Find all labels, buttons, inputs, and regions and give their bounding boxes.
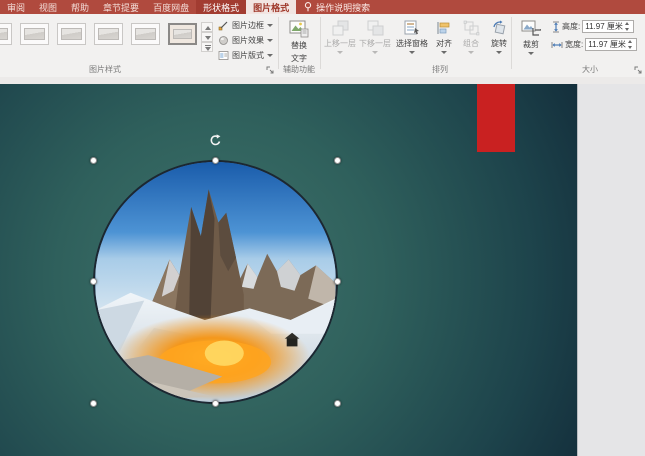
arrange-group-label: 排列	[432, 65, 448, 74]
tab-picture-format[interactable]: 图片格式	[246, 0, 297, 14]
gallery-more-button[interactable]	[201, 42, 213, 52]
tab-shape-format[interactable]: 形状格式	[196, 0, 247, 14]
ribbon: 图片边框 图片效果 图片版式 图片样式 替换 文字 辅助功能 上移一层 下移一层…	[0, 14, 645, 78]
tab-chapter-summary[interactable]: 章节提要	[96, 0, 146, 14]
width-label: 宽度:	[565, 40, 584, 49]
chevron-down-icon	[372, 51, 378, 54]
cropped-circle-picture[interactable]	[93, 160, 338, 404]
picture-effects-label: 图片效果	[232, 35, 264, 45]
gallery-scroll-up-button[interactable]	[201, 22, 213, 32]
gallery-scroll-down-button[interactable]	[201, 32, 213, 42]
picture-effects-button[interactable]: 图片效果	[218, 33, 276, 47]
picture-style-gallery	[0, 23, 197, 51]
bring-forward-button[interactable]: 上移一层	[323, 20, 357, 72]
group-separator	[320, 17, 321, 69]
picture-style-thumb-selected[interactable]	[168, 23, 197, 45]
tell-me-label: 操作说明搜索	[316, 2, 371, 13]
picture-styles-dialog-launcher[interactable]	[266, 66, 275, 75]
chevron-down-icon	[337, 51, 343, 54]
width-spinner[interactable]	[627, 39, 634, 50]
align-label: 对齐	[436, 39, 452, 48]
width-row: 宽度: 11.97 厘米	[551, 38, 638, 51]
layout-icon	[218, 50, 229, 60]
selection-handle-bottom-center[interactable]	[212, 400, 219, 407]
send-backward-label: 下移一层	[359, 39, 391, 48]
selection-handle-middle-right[interactable]	[334, 278, 341, 285]
send-backward-button[interactable]: 下移一层	[358, 20, 392, 72]
tab-review[interactable]: 审阅	[0, 0, 32, 14]
picture-border-button[interactable]: 图片边框	[218, 18, 276, 32]
selection-handle-bottom-left[interactable]	[90, 400, 97, 407]
tell-me-search[interactable]: 操作说明搜索	[296, 0, 378, 14]
width-value: 11.97 厘米	[588, 40, 626, 49]
tell-me-pin-icon	[304, 2, 312, 12]
align-icon	[436, 22, 449, 34]
powerpoint-window: 审阅 视图 帮助 章节提要 百度网盘 形状格式 图片格式 操作说明搜索 图片边框…	[0, 0, 645, 456]
tab-baidu-netdisk[interactable]: 百度网盘	[146, 0, 196, 14]
group-separator	[511, 17, 512, 69]
alt-text-picture-icon	[289, 20, 309, 38]
picture-layout-label: 图片版式	[232, 50, 264, 60]
send-backward-icon	[367, 20, 383, 36]
selection-handle-top-right[interactable]	[334, 157, 341, 164]
chevron-down-icon	[528, 52, 534, 55]
bring-forward-label: 上移一层	[324, 39, 356, 48]
picture-style-thumb[interactable]	[131, 23, 160, 45]
chevron-down-icon	[468, 51, 474, 54]
mountain-photo	[95, 162, 336, 402]
picture-style-thumb[interactable]	[94, 23, 123, 45]
selection-handle-middle-left[interactable]	[90, 278, 97, 285]
ribbon-tab-bar: 审阅 视图 帮助 章节提要 百度网盘 形状格式 图片格式 操作说明搜索	[0, 0, 645, 14]
crop-icon	[521, 20, 541, 36]
group-objects-icon	[463, 20, 479, 36]
chevron-down-icon	[409, 51, 415, 54]
slide-canvas[interactable]	[0, 84, 578, 456]
rotate-handle-icon[interactable]	[209, 134, 222, 147]
size-dialog-launcher[interactable]	[634, 66, 643, 75]
height-icon	[553, 21, 559, 32]
pen-border-icon	[218, 21, 228, 30]
group-label: 组合	[463, 39, 479, 48]
height-label: 高度:	[562, 22, 581, 31]
effects-sphere-icon	[219, 35, 228, 45]
rotate-objects-icon	[492, 20, 505, 35]
selection-pane-label: 选择窗格	[396, 39, 428, 48]
picture-style-thumb[interactable]	[57, 23, 86, 45]
width-input[interactable]: 11.97 厘米	[585, 38, 638, 51]
crop-label: 裁剪	[523, 40, 539, 49]
alt-text-label-line1: 替换	[291, 41, 307, 50]
canvas-background	[578, 84, 645, 456]
selection-handle-bottom-right[interactable]	[334, 400, 341, 407]
chevron-down-icon	[267, 23, 273, 27]
picture-style-thumb[interactable]	[20, 23, 49, 45]
chevron-down-icon	[441, 51, 447, 54]
bring-forward-icon	[332, 20, 348, 36]
tab-view[interactable]: 视图	[32, 0, 64, 14]
picture-layout-button[interactable]: 图片版式	[218, 48, 276, 62]
group-separator	[278, 17, 279, 69]
chevron-down-icon	[496, 51, 502, 54]
tab-help[interactable]: 帮助	[64, 0, 96, 14]
height-input[interactable]: 11.97 厘米	[582, 20, 635, 33]
alt-text-label-line2: 文字	[291, 54, 307, 63]
height-row: 高度: 11.97 厘米	[551, 20, 635, 33]
selection-handle-top-center[interactable]	[212, 157, 219, 164]
height-value: 11.97 厘米	[585, 22, 623, 31]
workspace-gap	[0, 77, 645, 84]
chevron-down-icon	[267, 53, 273, 57]
red-accent-rectangle[interactable]	[477, 84, 515, 152]
picture-styles-group-label: 图片样式	[89, 65, 121, 74]
selection-handle-top-left[interactable]	[90, 157, 97, 164]
width-icon	[551, 42, 563, 48]
size-group-label: 大小	[582, 65, 598, 74]
rotate-label: 旋转	[491, 39, 507, 48]
accessibility-group-label: 辅助功能	[283, 65, 315, 74]
picture-border-label: 图片边框	[232, 20, 264, 30]
height-spinner[interactable]	[624, 21, 631, 32]
picture-style-thumb[interactable]	[0, 23, 12, 45]
selection-pane-icon	[404, 20, 419, 35]
chevron-down-icon	[267, 38, 273, 42]
gallery-scrollbar	[201, 22, 213, 52]
